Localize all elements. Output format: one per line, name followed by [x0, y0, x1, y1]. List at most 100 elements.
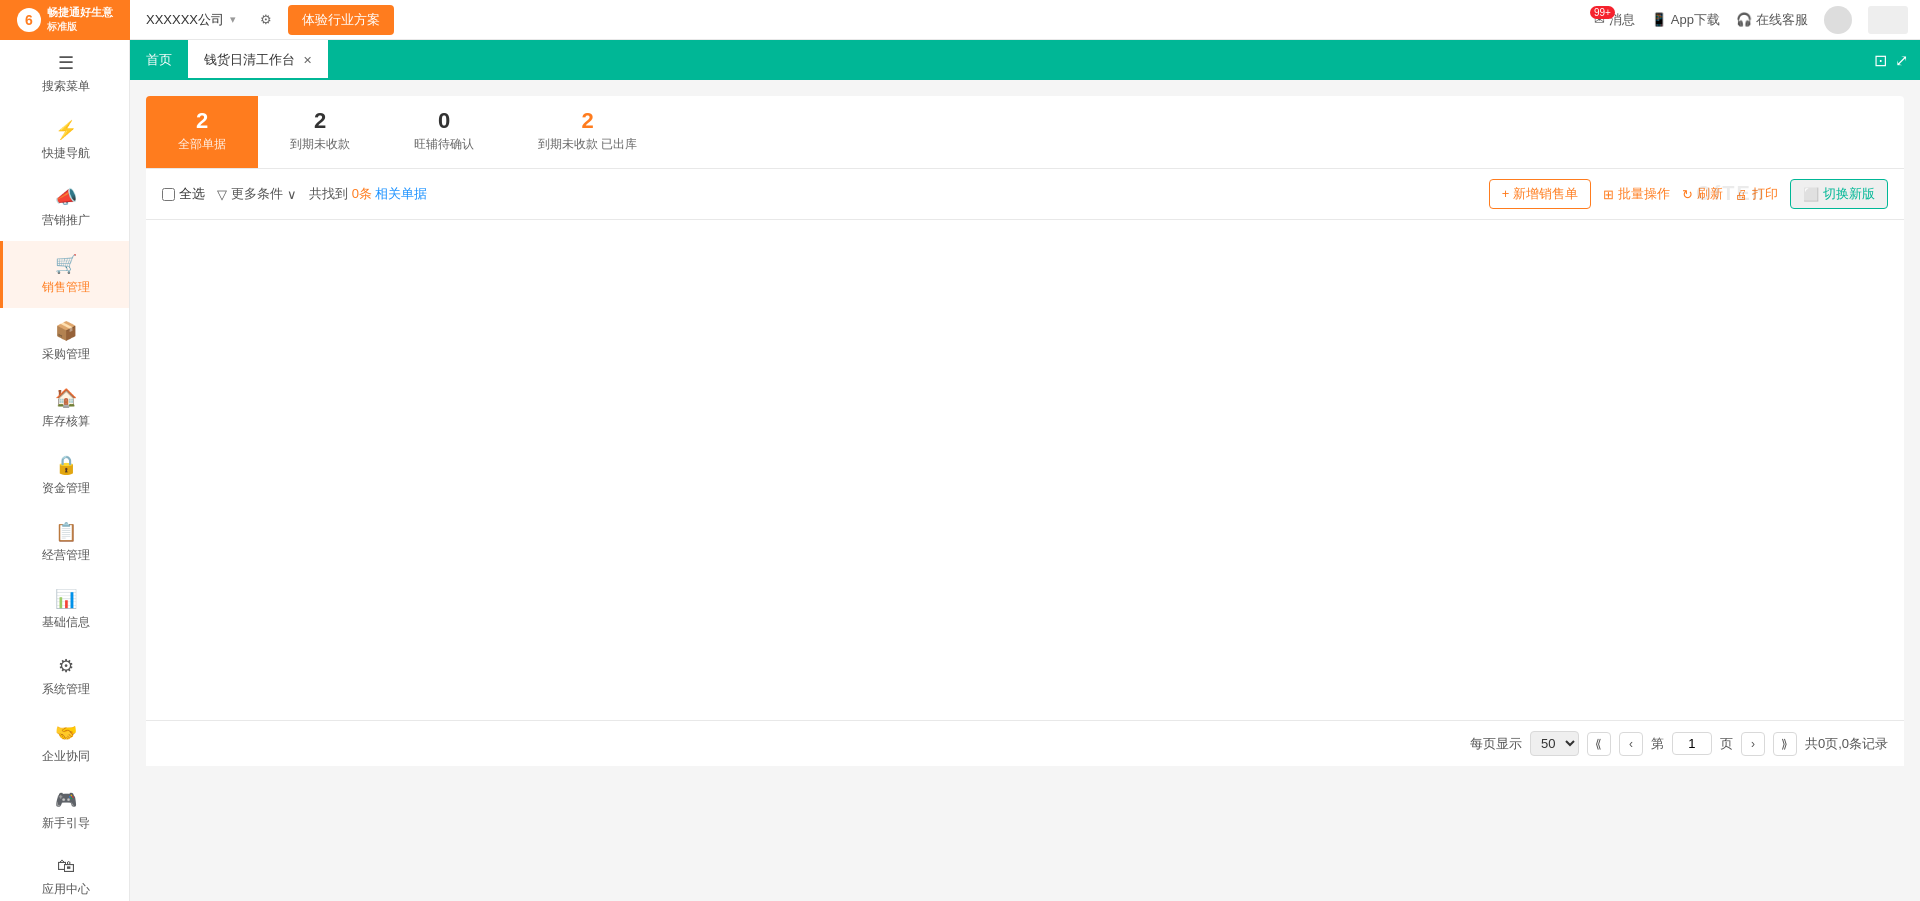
chevron-down-icon: ▾ — [230, 13, 236, 26]
sidebar-item-label-marketing: 营销推广 — [42, 212, 90, 229]
found-related[interactable]: 相关单据 — [375, 186, 427, 201]
more-filters-button[interactable]: ▽ 更多条件 ∨ — [217, 185, 297, 203]
sidebar-item-operation[interactable]: 📋 经营管理 — [0, 509, 129, 576]
page-prev-button[interactable]: ‹ — [1619, 732, 1643, 756]
select-all-checkbox[interactable]: 全选 — [162, 185, 205, 203]
sidebar-item-cooperation[interactable]: 🤝 企业协同 — [0, 710, 129, 777]
found-text: 共找到 0条 相关单据 — [309, 185, 427, 203]
sidebar-item-purchase[interactable]: 📦 采购管理 — [0, 308, 129, 375]
cooperation-icon: 🤝 — [55, 722, 77, 744]
base-info-icon: 📊 — [55, 588, 77, 610]
operation-icon: 📋 — [55, 521, 77, 543]
nav-actions: ⊡ ⤢ — [1874, 51, 1920, 70]
sidebar-item-guide[interactable]: 🎮 新手引导 — [0, 777, 129, 844]
more-filters-label: 更多条件 — [231, 185, 283, 203]
stat-overdue-label: 到期未收款 — [290, 136, 350, 153]
stat-tab-overdue-shipped[interactable]: 2 到期未收款 已出库 — [506, 96, 669, 168]
filter-chevron-icon: ∨ — [287, 187, 297, 202]
pagination-bar: 每页显示 50 ⟪ ‹ 第 页 › ⟫ 共0页,0条记录 — [146, 720, 1904, 766]
stat-tab-overdue-unpaid[interactable]: 2 到期未收款 — [258, 96, 382, 168]
stat-tab-wangwang[interactable]: 0 旺辅待确认 — [382, 96, 506, 168]
stats-tabs: 2 全部单据 2 到期未收款 0 旺辅待确认 2 到期未收款 已出库 — [146, 96, 1904, 169]
sidebar-item-label-guide: 新手引导 — [42, 815, 90, 832]
sidebar-item-base-info[interactable]: 📊 基础信息 — [0, 576, 129, 643]
app-download-button[interactable]: 📱 App下载 — [1651, 11, 1720, 29]
toolbar: 全选 ▽ 更多条件 ∨ 共找到 0条 相关单据 + 新增销售单 ⊞ 批量操作 ↻… — [146, 169, 1904, 220]
guide-icon: 🎮 — [55, 789, 77, 811]
batch-icon: ⊞ — [1603, 187, 1614, 202]
inventory-icon: 🏠 — [55, 387, 77, 409]
sidebar-item-app-center[interactable]: 🛍 应用中心 — [0, 844, 129, 901]
app-center-icon: 🛍 — [57, 856, 75, 877]
page-suffix: 页 — [1720, 735, 1733, 753]
page-first-button[interactable]: ⟪ — [1587, 732, 1611, 756]
logo-area: 6 畅捷通好生意 标准版 — [0, 0, 130, 40]
top-bar-left: 6 畅捷通好生意 标准版 XXXXXX公司 ▾ ⚙ 体验行业方案 — [0, 0, 394, 40]
per-page-label: 每页显示 — [1470, 735, 1522, 753]
search-menu-icon: ☰ — [58, 52, 74, 74]
toolbar-right: + 新增销售单 ⊞ 批量操作 ↻ 刷新 🖨 打印 ⬜ 切换新版 — [1489, 179, 1888, 209]
purchase-icon: 📦 — [55, 320, 77, 342]
select-all-label: 全选 — [179, 185, 205, 203]
batch-ops-button[interactable]: ⊞ 批量操作 — [1603, 185, 1670, 203]
found-count: 0条 — [352, 186, 372, 201]
page-input[interactable] — [1672, 732, 1712, 755]
sidebar-item-sales[interactable]: 🛒 销售管理 — [0, 241, 129, 308]
page-last-button[interactable]: ⟫ — [1773, 732, 1797, 756]
sales-icon: 🛒 — [55, 253, 77, 275]
message-badge-wrap: ✉ 99+ — [1594, 12, 1605, 27]
sidebar-item-inventory[interactable]: 🏠 库存核算 — [0, 375, 129, 442]
switch-new-version-button[interactable]: ⬜ 切换新版 — [1790, 179, 1888, 209]
window-restore-icon[interactable]: ⊡ — [1874, 51, 1887, 70]
tab-home-label: 首页 — [146, 51, 172, 69]
stat-wangwang-label: 旺辅待确认 — [414, 136, 474, 153]
stat-shipped-count: 2 — [582, 108, 594, 134]
avatar[interactable] — [1824, 6, 1852, 34]
print-icon: 🖨 — [1735, 187, 1748, 202]
page-next-button[interactable]: › — [1741, 732, 1765, 756]
online-service-label: 在线客服 — [1756, 11, 1808, 29]
sidebar-item-marketing[interactable]: 📣 营销推广 — [0, 174, 129, 241]
logo-icon: 6 — [17, 8, 41, 32]
sidebar-item-label-quick: 快捷导航 — [42, 145, 90, 162]
window-maximize-icon[interactable]: ⤢ — [1895, 51, 1908, 70]
nav-tabs: 首页 钱货日清工作台 ✕ ⊡ ⤢ — [130, 40, 1920, 80]
message-button[interactable]: ✉ 99+ 消息 — [1594, 11, 1635, 29]
sidebar-item-finance[interactable]: 🔒 资金管理 — [0, 442, 129, 509]
add-sales-button[interactable]: + 新增销售单 — [1489, 179, 1591, 209]
sidebar-item-search-menu[interactable]: ☰ 搜索菜单 — [0, 40, 129, 107]
online-service-button[interactable]: 🎧 在线客服 — [1736, 11, 1808, 29]
stat-shipped-label: 到期未收款 已出库 — [538, 136, 637, 153]
settings-button[interactable]: ⚙ — [252, 6, 280, 34]
stat-wangwang-count: 0 — [438, 108, 450, 134]
stat-tab-all[interactable]: 2 全部单据 — [146, 96, 258, 168]
service-icon: 🎧 — [1736, 12, 1752, 27]
stat-overdue-count: 2 — [314, 108, 326, 134]
sidebar: ☰ 搜索菜单 ⚡ 快捷导航 📣 营销推广 🛒 销售管理 📦 采购管理 🏠 库存核… — [0, 40, 130, 901]
page-label: 第 — [1651, 735, 1664, 753]
app-download-label: App下载 — [1671, 11, 1720, 29]
refresh-icon: ↻ — [1682, 187, 1693, 202]
user-name-display[interactable] — [1868, 6, 1908, 34]
tab-workbench[interactable]: 钱货日清工作台 ✕ — [188, 40, 328, 80]
top-bar: 6 畅捷通好生意 标准版 XXXXXX公司 ▾ ⚙ 体验行业方案 ✉ 99+ 消… — [0, 0, 1920, 40]
print-button[interactable]: 🖨 打印 — [1735, 185, 1778, 203]
logo-name: 畅捷通好生意 — [47, 5, 113, 19]
sidebar-item-label-cooperation: 企业协同 — [42, 748, 90, 765]
sidebar-item-label-finance: 资金管理 — [42, 480, 90, 497]
empty-state — [146, 220, 1904, 700]
sidebar-item-system[interactable]: ⚙ 系统管理 — [0, 643, 129, 710]
company-name: XXXXXX公司 — [146, 11, 224, 29]
experience-button[interactable]: 体验行业方案 — [288, 5, 394, 35]
refresh-button[interactable]: ↻ 刷新 — [1682, 185, 1723, 203]
top-bar-right: ✉ 99+ 消息 📱 App下载 🎧 在线客服 — [1594, 6, 1908, 34]
tab-home[interactable]: 首页 — [130, 40, 188, 80]
company-selector[interactable]: XXXXXX公司 ▾ — [138, 7, 244, 33]
toolbar-left: 全选 ▽ 更多条件 ∨ 共找到 0条 相关单据 — [162, 185, 1477, 203]
tab-close-icon[interactable]: ✕ — [303, 54, 312, 67]
select-all-input[interactable] — [162, 188, 175, 201]
sidebar-item-quick-nav[interactable]: ⚡ 快捷导航 — [0, 107, 129, 174]
marketing-icon: 📣 — [55, 186, 77, 208]
per-page-select[interactable]: 50 — [1530, 731, 1579, 756]
filter-icon: ▽ — [217, 187, 227, 202]
